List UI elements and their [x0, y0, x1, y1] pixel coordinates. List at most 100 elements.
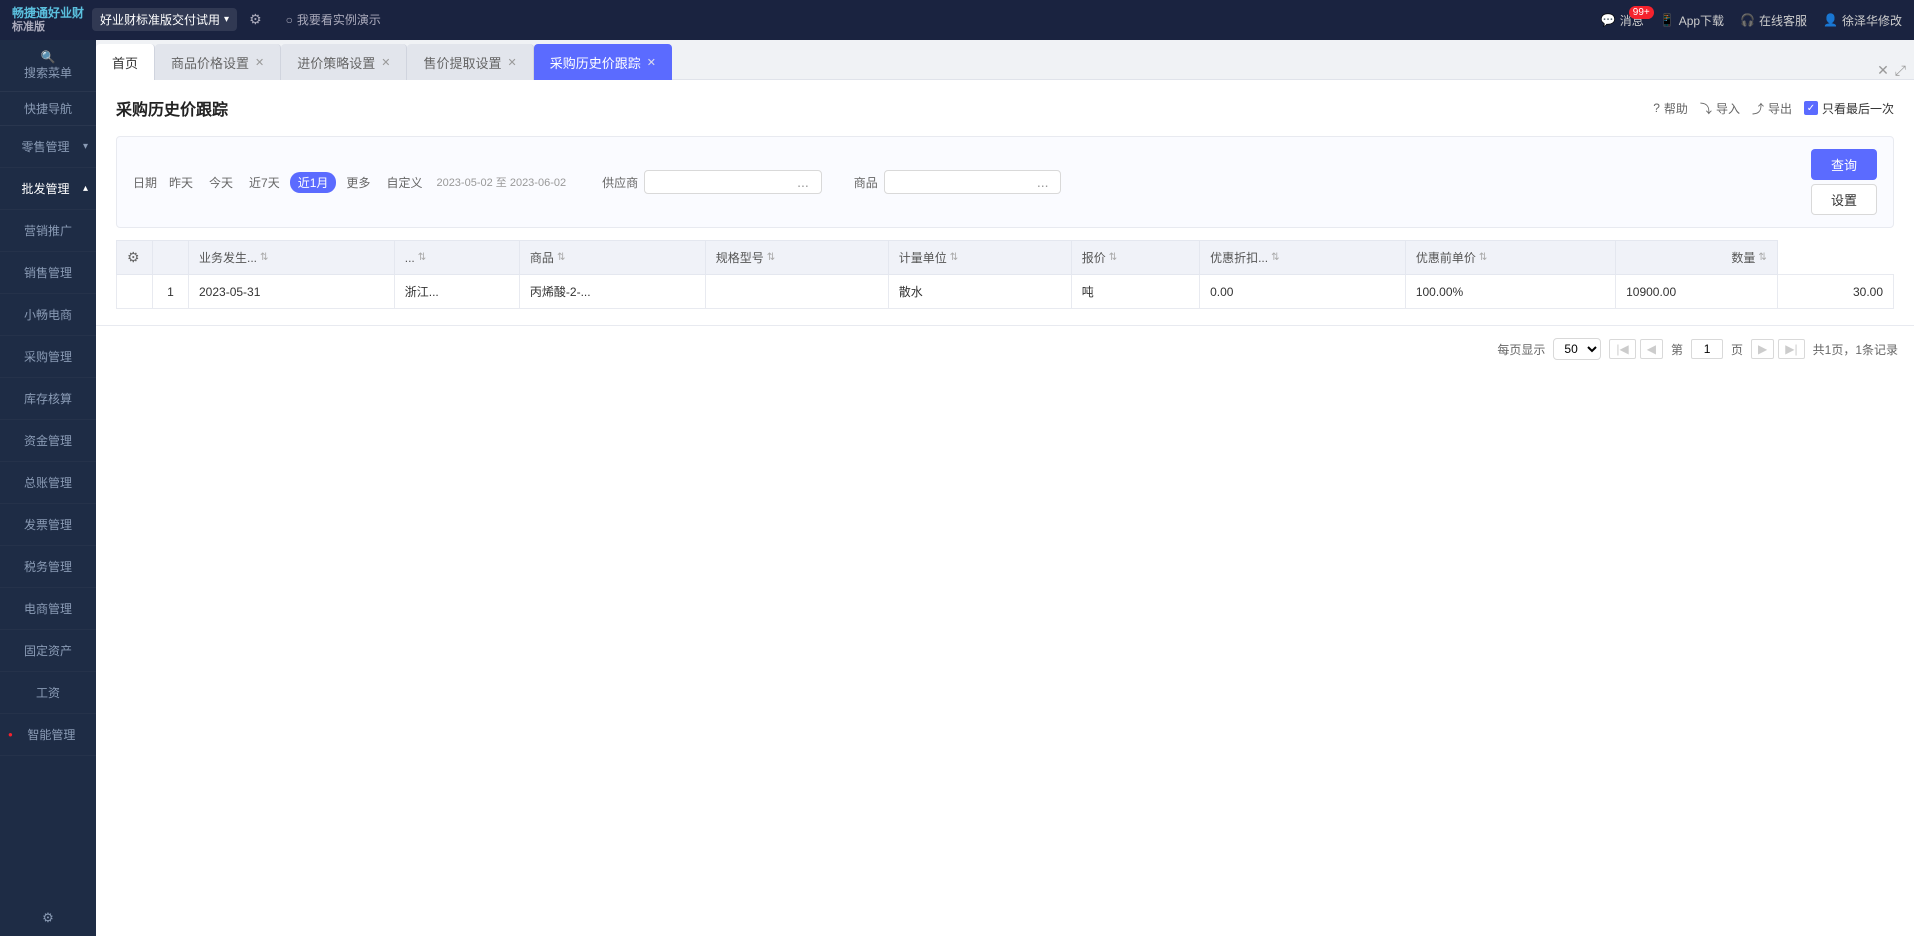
- sidebar-item-sales[interactable]: 销售管理: [0, 252, 96, 294]
- date-btn-more[interactable]: 更多: [340, 172, 376, 193]
- product-input-wrapper[interactable]: ...: [884, 170, 1062, 194]
- supplier-input-wrapper[interactable]: ...: [644, 170, 822, 194]
- sidebar-search[interactable]: 🔍 搜索菜单: [0, 40, 96, 92]
- date-btn-custom[interactable]: 自定义: [380, 172, 428, 193]
- date-btn-last1m[interactable]: 近1月: [290, 172, 337, 193]
- row-discount: 0.00: [1200, 275, 1406, 309]
- sidebar-item-wholesale[interactable]: 批发管理 ▴: [0, 168, 96, 210]
- pagination-bar: 每页显示 50 |◀ ◀ 第 页 ▶ ▶| 共1页，1条记录: [96, 325, 1914, 372]
- online-service-link[interactable]: 🎧 在线客服: [1740, 12, 1807, 29]
- table-gear-button[interactable]: ⚙: [127, 249, 140, 266]
- page-prev-button[interactable]: ◀: [1640, 339, 1663, 359]
- sort-icon: ⇅: [767, 252, 775, 263]
- row-quote: 吨: [1071, 275, 1199, 309]
- tab-collapse-icon[interactable]: ✕: [1877, 62, 1889, 79]
- import-link[interactable]: ⤵ 导入: [1700, 100, 1740, 117]
- page-last-button[interactable]: ▶|: [1778, 339, 1804, 359]
- th-product[interactable]: 商品 ⇅: [519, 241, 705, 275]
- page-next-button[interactable]: ▶: [1751, 339, 1774, 359]
- sidebar-item-payroll[interactable]: 工资: [0, 672, 96, 714]
- th-more-cols[interactable]: ... ⇅: [394, 241, 519, 275]
- topbar-gear-icon[interactable]: ⚙: [249, 11, 262, 28]
- date-btn-yesterday[interactable]: 昨天: [163, 172, 199, 193]
- chevron-icon: ▴: [83, 183, 88, 194]
- data-table: ⚙ 业务发生... ⇅: [116, 240, 1894, 309]
- th-unit[interactable]: 计量单位 ⇅: [888, 241, 1071, 275]
- tab-close-icon[interactable]: ✕: [508, 56, 517, 69]
- export-icon: ⤴: [1752, 100, 1764, 117]
- sort-icon: ⇅: [1109, 252, 1117, 263]
- sort-icon: ⇅: [260, 252, 268, 263]
- app-download-link[interactable]: 📱 App下载: [1660, 12, 1724, 29]
- tab-product-price[interactable]: 商品价格设置 ✕: [155, 44, 281, 80]
- th-discount[interactable]: 优惠折扣... ⇅: [1200, 241, 1406, 275]
- sidebar-item-ledger[interactable]: 总账管理: [0, 462, 96, 504]
- message-count: 99+: [1629, 6, 1654, 19]
- tab-expand-icon[interactable]: ⤢: [1895, 62, 1906, 79]
- row-spec: [705, 275, 888, 309]
- row-gear-cell: [117, 275, 153, 309]
- only-last-checkbox-row[interactable]: ✓ 只看最后一次: [1804, 100, 1894, 117]
- app-logo: 畅捷通好业财 标准版: [12, 6, 84, 34]
- row-pre-discount-price: 10900.00: [1616, 275, 1778, 309]
- sidebar-item-marketing[interactable]: 营销推广: [0, 210, 96, 252]
- message-badge[interactable]: 💬 消息 99+: [1601, 12, 1644, 29]
- import-icon: ⤵: [1700, 100, 1712, 117]
- sidebar-item-ecommerce-small[interactable]: 小畅电商: [0, 294, 96, 336]
- export-link[interactable]: ⤴ 导出: [1752, 100, 1792, 117]
- sidebar-item-invoice[interactable]: 发票管理: [0, 504, 96, 546]
- th-index: [153, 241, 189, 275]
- setting-button[interactable]: 设置: [1811, 184, 1877, 215]
- sort-icon: ⇅: [557, 252, 565, 263]
- th-quantity[interactable]: 数量 ⇅: [1616, 241, 1778, 275]
- th-gear: ⚙: [117, 241, 153, 275]
- filter-actions: 查询 设置: [1811, 149, 1877, 215]
- sidebar-item-ecommerce[interactable]: 电商管理: [0, 588, 96, 630]
- sidebar-settings-gear[interactable]: ⚙: [0, 900, 96, 936]
- page-first-button[interactable]: |◀: [1609, 339, 1635, 359]
- th-quote[interactable]: 报价 ⇅: [1071, 241, 1199, 275]
- sidebar-item-tax[interactable]: 税务管理: [0, 546, 96, 588]
- main-layout: 🔍 搜索菜单 快捷导航 零售管理 ▾ 批发管理 ▴ 营销推广 销售管理 小畅电商…: [0, 40, 1914, 936]
- product-input[interactable]: [893, 175, 1033, 189]
- page-header: 采购历史价跟踪 ? 帮助 ⤵ 导入 ⤴ 导出: [116, 96, 1894, 120]
- topbar: 畅捷通好业财 标准版 好业财标准版交付试用 ▾ ⚙ ○ 我要看实例演示 💬 消息…: [0, 0, 1914, 40]
- sidebar-item-purchase[interactable]: 采购管理: [0, 336, 96, 378]
- table-header-row: ⚙ 业务发生... ⇅: [117, 241, 1894, 275]
- query-button[interactable]: 查询: [1811, 149, 1877, 180]
- gear-icon: ⚙: [42, 910, 54, 925]
- sidebar-quicknav[interactable]: 快捷导航: [0, 92, 96, 126]
- version-selector[interactable]: 好业财标准版交付试用 ▾: [92, 8, 237, 31]
- sidebar-item-assets[interactable]: 固定资产: [0, 630, 96, 672]
- th-spec[interactable]: 规格型号 ⇅: [705, 241, 888, 275]
- tab-home[interactable]: 首页: [96, 44, 155, 80]
- per-page-select[interactable]: 50: [1553, 338, 1601, 360]
- sidebar-item-inventory[interactable]: 库存核算: [0, 378, 96, 420]
- help-link[interactable]: ? 帮助: [1653, 100, 1688, 117]
- supplier-more-icon[interactable]: ...: [793, 174, 813, 190]
- th-pre-discount-price[interactable]: 优惠前单价 ⇅: [1405, 241, 1615, 275]
- tab-purchase-history[interactable]: 采购历史价跟踪 ✕: [534, 44, 672, 80]
- product-more-icon[interactable]: ...: [1033, 174, 1053, 190]
- sidebar-item-smart[interactable]: ● 智能管理: [0, 714, 96, 756]
- tab-close-icon[interactable]: ✕: [381, 56, 390, 69]
- demo-link[interactable]: ○ 我要看实例演示: [286, 11, 381, 28]
- question-icon: ?: [1653, 101, 1660, 115]
- date-btn-last7[interactable]: 近7天: [243, 172, 286, 193]
- user-profile[interactable]: 👤 徐泽华修改: [1823, 12, 1902, 29]
- page-number-input[interactable]: [1691, 339, 1723, 359]
- sidebar-item-retail[interactable]: 零售管理 ▾: [0, 126, 96, 168]
- tabbar: 首页 商品价格设置 ✕ 进价策略设置 ✕ 售价提取设置 ✕ 采购历史价跟踪 ✕ …: [96, 40, 1914, 80]
- th-biz-date[interactable]: 业务发生... ⇅: [189, 241, 395, 275]
- tab-close-icon[interactable]: ✕: [255, 56, 264, 69]
- tab-purchase-strategy[interactable]: 进价策略设置 ✕: [281, 44, 407, 80]
- page-content: 采购历史价跟踪 ? 帮助 ⤵ 导入 ⤴ 导出: [96, 80, 1914, 936]
- topbar-left: 畅捷通好业财 标准版 好业财标准版交付试用 ▾ ⚙ ○ 我要看实例演示: [12, 6, 381, 34]
- tab-close-icon[interactable]: ✕: [647, 56, 656, 69]
- headset-icon: 🎧: [1740, 13, 1755, 27]
- tab-sale-price[interactable]: 售价提取设置 ✕: [407, 44, 533, 80]
- supplier-input[interactable]: [653, 175, 793, 189]
- sidebar-item-finance[interactable]: 资金管理: [0, 420, 96, 462]
- date-btn-today[interactable]: 今天: [203, 172, 239, 193]
- row-discount-pct: 100.00%: [1405, 275, 1615, 309]
